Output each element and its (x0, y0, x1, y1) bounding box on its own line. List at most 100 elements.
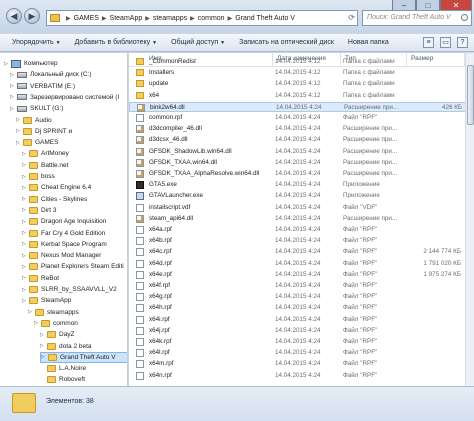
expand-arrow-icon[interactable]: ▷ (22, 185, 29, 191)
expand-arrow-icon[interactable]: ▷ (28, 309, 35, 315)
expand-arrow-icon[interactable]: ▷ (22, 196, 29, 202)
file-row[interactable]: x64 14.04.2015 4:12 Папка с файлами (129, 91, 474, 101)
expand-arrow-icon[interactable]: ▷ (22, 253, 29, 259)
nav-item[interactable]: ▷ Локальный диск (C:) (10, 69, 127, 80)
file-row[interactable]: GTAVLauncher.exe 14.04.2015 4:24 Приложени… (129, 191, 474, 201)
help-icon[interactable]: ? (457, 37, 468, 48)
file-row[interactable]: x64l.rpf 14.04.2015 4:24 Файл "RPF" (129, 348, 474, 358)
scrollbar-thumb[interactable] (467, 65, 474, 125)
file-row[interactable]: x64e.rpf 14.04.2015 4:24 Файл "RPF" 1 975 2… (129, 270, 474, 280)
file-row[interactable]: GTA5.exe 14.04.2015 4:24 Приложение (129, 180, 474, 190)
nav-item[interactable]: Roboveft (40, 374, 127, 385)
forward-button[interactable]: ▶ (24, 8, 40, 24)
expand-arrow-icon[interactable]: ▷ (34, 320, 41, 326)
organize-button[interactable]: Упорядочить ▼ (12, 39, 61, 46)
expand-arrow-icon[interactable]: ▷ (4, 61, 11, 67)
preview-pane-icon[interactable]: ▭ (440, 37, 451, 48)
nav-item[interactable]: ▷ boss (22, 171, 127, 182)
expand-arrow-icon[interactable]: ▷ (40, 332, 47, 338)
nav-item[interactable]: ▷ SLRR_by_SSAAVVLL_V2 (22, 284, 127, 295)
nav-item[interactable]: ▷ common (34, 318, 127, 329)
file-row[interactable]: x64c.rpf 14.04.2015 4:24 Файл "RPF" 2 144 7… (129, 247, 474, 257)
file-row[interactable]: x64n.rpf 14.04.2015 4:24 Файл "RPF" (129, 371, 474, 381)
expand-arrow-icon[interactable]: ▷ (22, 151, 29, 157)
nav-item[interactable]: ▷ steamapps (28, 307, 127, 318)
burn-disc-button[interactable]: Записать на оптический диск (239, 39, 334, 46)
nav-item[interactable]: L.A.Noire (40, 363, 127, 374)
vertical-scrollbar[interactable] (465, 53, 474, 386)
expand-arrow-icon[interactable]: ▷ (41, 354, 48, 360)
file-row[interactable]: GFSDK_TXAA_AlphaResolve.win64.dll 14.04.2… (129, 169, 474, 179)
refresh-icon[interactable]: ⟳ (348, 13, 355, 22)
file-row[interactable]: GFSDK_TXAA.win64.dll 14.04.2015 4:24 Расши… (129, 158, 474, 168)
expand-arrow-icon[interactable]: ▷ (22, 264, 29, 270)
nav-item[interactable]: ▷ dota 2 beta (40, 341, 127, 352)
nav-item[interactable]: ▷ Зарезервировано системой (I (10, 92, 127, 103)
breadcrumb-gta5[interactable]: Grand Theft Auto V (235, 15, 295, 22)
view-options-icon[interactable]: ≡ (423, 37, 434, 48)
nav-item[interactable]: ▷ Far Cry 4 Gold Edition (22, 228, 127, 239)
nav-item[interactable]: ▷ Dragon Age Inquisition (22, 216, 127, 227)
nav-item[interactable]: ▷ ReBot (22, 273, 127, 284)
search-input[interactable]: Поиск: Grand Theft Auto V (362, 10, 472, 26)
nav-item[interactable]: ▷ Cities - Skylines (22, 194, 127, 205)
expand-arrow-icon[interactable]: ▷ (22, 219, 29, 225)
file-row[interactable]: installscript.vdf 14.04.2015 4:24 Файл "VD… (129, 203, 474, 213)
nav-item[interactable]: ▷ Dj SPRINT и (16, 126, 127, 137)
expand-arrow-icon[interactable]: ▷ (16, 128, 23, 134)
file-row[interactable]: steam_api64.dll 14.04.2015 4:24 Расширение… (129, 214, 474, 224)
add-to-library-button[interactable]: Добавить в библиотеку ▼ (75, 39, 158, 46)
file-row[interactable]: x64j.rpf 14.04.2015 4:24 Файл "RPF" (129, 326, 474, 336)
expand-arrow-icon[interactable]: ▷ (22, 298, 29, 304)
expand-arrow-icon[interactable]: ▷ (22, 174, 29, 180)
file-row[interactable]: d3dcompiler_46.dll 14.04.2015 4:24 Расшире… (129, 124, 474, 134)
file-row[interactable]: _CommonRedist 14.04.2015 4:12 Папка с файл… (129, 57, 474, 67)
expand-arrow-icon[interactable]: ▷ (22, 162, 29, 168)
nav-item[interactable]: ▷ SKULT (G:) (10, 103, 127, 114)
expand-arrow-icon[interactable]: ▷ (22, 207, 29, 213)
file-row[interactable]: common.rpf 14.04.2015 4:24 Файл "RPF" (129, 113, 474, 123)
expand-arrow-icon[interactable]: ▷ (10, 83, 17, 89)
nav-item[interactable]: ▷ VERBATIM (E:) (10, 81, 127, 92)
breadcrumb-steamapps[interactable]: steamapps (153, 15, 187, 22)
nav-item[interactable]: ▷ SteamApp (22, 295, 127, 306)
expand-arrow-icon[interactable]: ▷ (10, 94, 17, 100)
breadcrumb-common[interactable]: common (198, 15, 225, 22)
address-bar[interactable]: ▶ GAMES ▶ SteamApp ▶ steamapps ▶ common … (46, 10, 358, 26)
nav-item[interactable]: ▷ Kerbal Space Program (22, 239, 127, 250)
file-row[interactable]: x64f.rpf 14.04.2015 4:24 Файл "RPF" (129, 281, 474, 291)
nav-item[interactable]: ▷ Cheat Engine 6.4 (22, 182, 127, 193)
expand-arrow-icon[interactable]: ▷ (10, 72, 17, 78)
nav-item[interactable]: ▷ Battle.net (22, 160, 127, 171)
file-row[interactable]: x64g.rpf 14.04.2015 4:24 Файл "RPF" (129, 292, 474, 302)
expand-arrow-icon[interactable]: ▷ (22, 241, 29, 247)
nav-item[interactable]: ▷ Dirt 3 (22, 205, 127, 216)
nav-item[interactable]: ▷ Audio (16, 115, 127, 126)
expand-arrow-icon[interactable]: ▷ (22, 230, 29, 236)
nav-item[interactable]: ▷ GAMES (16, 137, 127, 148)
expand-arrow-icon[interactable]: ▷ (22, 287, 29, 293)
share-button[interactable]: Общий доступ ▼ (171, 39, 225, 46)
file-row[interactable]: x64b.rpf 14.04.2015 4:24 Файл "RPF" (129, 236, 474, 246)
file-row[interactable]: update 14.04.2015 4:12 Папка с файлами (129, 79, 474, 89)
file-row[interactable]: x64d.rpf 14.04.2015 4:24 Файл "RPF" 1 791 0… (129, 259, 474, 269)
breadcrumb-steamapp[interactable]: SteamApp (110, 15, 143, 22)
nav-item[interactable]: ▷ DayZ (40, 329, 127, 340)
breadcrumb-games[interactable]: GAMES (74, 15, 99, 22)
expand-arrow-icon[interactable]: ▷ (10, 106, 17, 112)
expand-arrow-icon[interactable]: ▷ (16, 140, 23, 146)
nav-item[interactable]: ▷ Grand Theft Auto V (40, 351, 127, 363)
file-row[interactable]: d3dcsx_46.dll 14.04.2015 4:24 Расширение п… (129, 135, 474, 145)
back-button[interactable]: ◀ (6, 8, 22, 24)
new-folder-button[interactable]: Новая папка (348, 39, 389, 46)
file-row[interactable]: x64k.rpf 14.04.2015 4:24 Файл "RPF" (129, 337, 474, 347)
file-row[interactable]: Installers 14.04.2015 4:12 Папка с файлами (129, 68, 474, 78)
nav-item[interactable]: ▷ Компьютер (4, 58, 127, 69)
file-row[interactable]: x64m.rpf 14.04.2015 4:24 Файл "RPF" (129, 359, 474, 369)
nav-item[interactable]: ▷ Nexus Mod Manager (22, 250, 127, 261)
expand-arrow-icon[interactable]: ▷ (16, 117, 23, 123)
nav-item[interactable]: ▷ Planet Explorers Steam Editi (22, 261, 127, 272)
nav-item[interactable]: ▷ ArtMoney (22, 148, 127, 159)
expand-arrow-icon[interactable]: ▷ (22, 275, 29, 281)
file-row[interactable]: x64i.rpf 14.04.2015 4:24 Файл "RPF" (129, 315, 474, 325)
